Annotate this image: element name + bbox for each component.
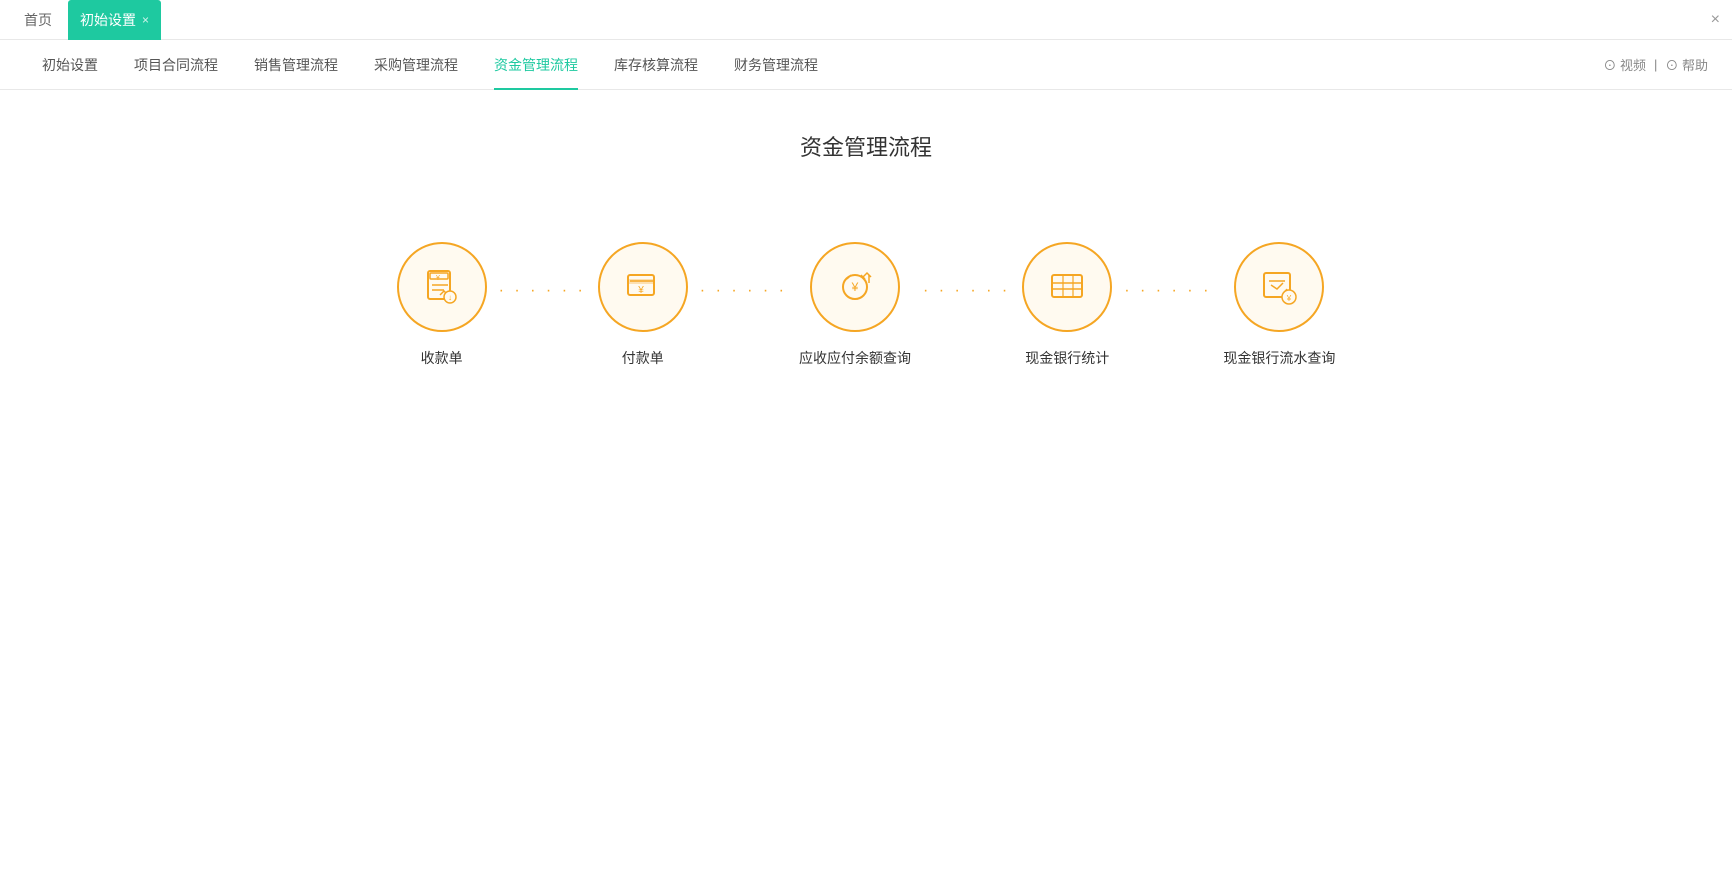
- nav-item-initial[interactable]: 初始设置: [24, 40, 116, 90]
- flow-item-payment[interactable]: ¥ 付款单: [598, 242, 688, 368]
- flow-label-balance: 应收应付余额查询: [799, 348, 911, 368]
- flow-dash-2: · · · · · ·: [700, 282, 787, 328]
- flow-label-bank-stat: 现金银行统计: [1025, 348, 1109, 368]
- window-close-button[interactable]: ×: [1711, 11, 1720, 29]
- nav-right: ⊙ 视频 | ⊙ 帮助: [1603, 55, 1708, 74]
- flow-circle-bank-flow: ¥: [1234, 242, 1324, 332]
- active-tab[interactable]: 初始设置 ×: [68, 0, 161, 40]
- home-tab[interactable]: 首页: [12, 0, 64, 40]
- top-bar: 首页 初始设置 × ×: [0, 0, 1732, 40]
- nav-item-capital[interactable]: 资金管理流程: [476, 40, 596, 90]
- svg-text:¥: ¥: [436, 275, 440, 282]
- flow-circle-payment: ¥: [598, 242, 688, 332]
- video-link[interactable]: ⊙ 视频: [1603, 55, 1646, 74]
- page-title: 资金管理流程: [60, 130, 1672, 162]
- active-tab-label: 初始设置: [80, 10, 136, 30]
- tab-close-icon[interactable]: ×: [142, 13, 149, 27]
- flow-circle-bank-stat: [1022, 242, 1112, 332]
- help-link[interactable]: ⊙ 帮助: [1665, 55, 1708, 74]
- svg-text:↓: ↓: [448, 293, 452, 302]
- flow-item-bank-stat[interactable]: 现金银行统计: [1022, 242, 1112, 368]
- bank-stat-icon: [1045, 265, 1089, 309]
- nav-item-inventory[interactable]: 库存核算流程: [596, 40, 716, 90]
- svg-text:¥: ¥: [637, 285, 644, 296]
- nav-item-project[interactable]: 项目合同流程: [116, 40, 236, 90]
- top-bar-right: ×: [1699, 11, 1720, 29]
- main-content: 资金管理流程 ¥ ↓ 收款单 · · · · · ·: [0, 90, 1732, 885]
- flow-dash-4: · · · · · ·: [1124, 282, 1211, 328]
- bank-flow-icon: ¥: [1257, 265, 1301, 309]
- svg-text:¥: ¥: [1286, 294, 1292, 303]
- flow-item-balance[interactable]: ¥ 应收应付余额查询: [799, 242, 911, 368]
- flow-label-bank-flow: 现金银行流水查询: [1223, 348, 1335, 368]
- flow-circle-receipt: ¥ ↓: [397, 242, 487, 332]
- nav-item-purchase[interactable]: 采购管理流程: [356, 40, 476, 90]
- flow-label-payment: 付款单: [622, 348, 664, 368]
- receipt-icon: ¥ ↓: [420, 265, 464, 309]
- flow-circle-balance: ¥: [810, 242, 900, 332]
- balance-icon: ¥: [833, 265, 877, 309]
- svg-text:¥: ¥: [851, 280, 859, 294]
- flow-container: ¥ ↓ 收款单 · · · · · · ¥: [60, 222, 1672, 388]
- nav-item-sales[interactable]: 销售管理流程: [236, 40, 356, 90]
- nav-bar: 初始设置 项目合同流程 销售管理流程 采购管理流程 资金管理流程 库存核算流程 …: [0, 40, 1732, 90]
- nav-separator: |: [1654, 57, 1657, 72]
- flow-item-bank-flow[interactable]: ¥ 现金银行流水查询: [1223, 242, 1335, 368]
- flow-dash-1: · · · · · ·: [499, 282, 586, 328]
- payment-icon: ¥: [621, 265, 665, 309]
- flow-item-receipt[interactable]: ¥ ↓ 收款单: [397, 242, 487, 368]
- flow-dash-3: · · · · · ·: [923, 282, 1010, 328]
- nav-item-finance[interactable]: 财务管理流程: [716, 40, 836, 90]
- flow-label-receipt: 收款单: [421, 348, 463, 368]
